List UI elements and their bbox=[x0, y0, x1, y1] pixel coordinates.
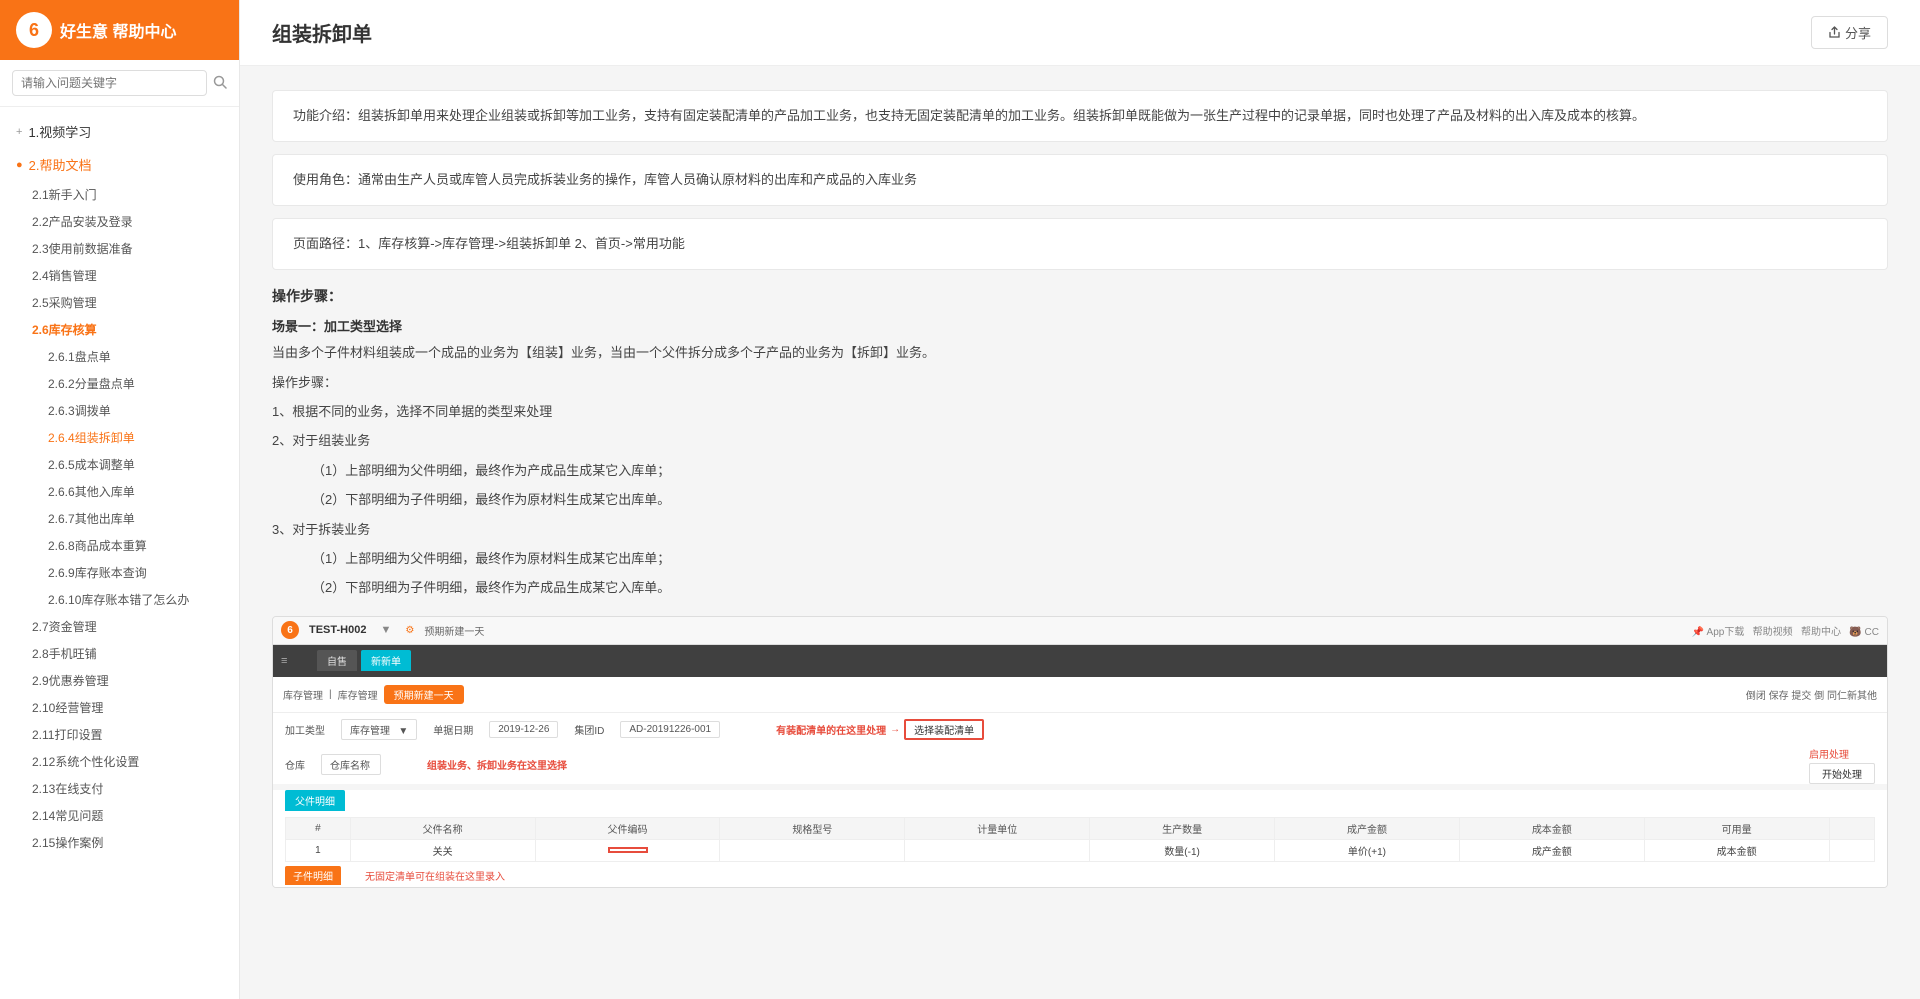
sidebar-item-25[interactable]: 2.5采购管理 bbox=[0, 289, 239, 316]
sidebar-item-267[interactable]: 2.6.7其他出库单 bbox=[0, 505, 239, 532]
sidebar-item-269[interactable]: 2.6.9库存账本查询 bbox=[0, 559, 239, 586]
plus-icon: + bbox=[16, 126, 22, 138]
sidebar-item-265[interactable]: 2.6.5成本调整单 bbox=[0, 451, 239, 478]
search-box bbox=[0, 60, 239, 107]
sc-form-area: 加工类型 库存管理 ▼ 单据日期 2019-12-26 集团ID AD-2019… bbox=[273, 713, 1887, 784]
sidebar-item-211[interactable]: 2.11打印设置 bbox=[0, 721, 239, 748]
sidebar-item-21[interactable]: 2.1新手入门 bbox=[0, 181, 239, 208]
main-header: 组装拆卸单 分享 bbox=[240, 0, 1920, 66]
search-input[interactable] bbox=[12, 70, 207, 96]
sc-table-area: 父件明细 #父件名称父件编码规格型号计量单位生产数量成产金额成本金额可用量 1 … bbox=[273, 790, 1887, 866]
sidebar-item-210[interactable]: 2.10经营管理 bbox=[0, 694, 239, 721]
intro-block-2: 使用角色：通常由生产人员或库管人员完成拆装业务的操作，库管人员确认原材料的出库和… bbox=[272, 154, 1888, 206]
sidebar-item-22[interactable]: 2.2产品安装及登录 bbox=[0, 208, 239, 235]
sidebar-item-264[interactable]: 2.6.4组装拆卸单 bbox=[0, 424, 239, 451]
step2: 2、对于组装业务 bbox=[272, 429, 1888, 452]
sc-logo: 6 bbox=[281, 621, 299, 639]
sidebar-item-262[interactable]: 2.6.2分量盘点单 bbox=[0, 370, 239, 397]
step2-2: （2）下部明细为子件明细，最终作为原材料生成某它出库单。 bbox=[312, 488, 1888, 511]
search-button[interactable] bbox=[213, 75, 227, 92]
sidebar-item-docs[interactable]: ● 2.帮助文档 bbox=[0, 148, 239, 181]
screenshot-container: 6 TEST-H002 ▼ ⚙ 预期新建一天 📌 App下载 帮助视频 帮助中心… bbox=[272, 616, 1888, 888]
table-row: 1 关关 数量(-1) 单价(+1) 成产金额 成本金额 bbox=[286, 839, 1875, 861]
sidebar-item-215[interactable]: 2.15操作案例 bbox=[0, 829, 239, 856]
sidebar-item-28[interactable]: 2.8手机旺铺 bbox=[0, 640, 239, 667]
sidebar-item-212[interactable]: 2.12系统个性化设置 bbox=[0, 748, 239, 775]
step3: 3、对于拆装业务 bbox=[272, 518, 1888, 541]
sidebar-item-video[interactable]: + 1.视频学习 bbox=[0, 115, 239, 148]
main-area: 组装拆卸单 分享 功能介绍：组装拆卸单用来处理企业组装或拆卸等加工业务，支持有固… bbox=[240, 0, 1920, 999]
minus-icon: ● bbox=[16, 159, 23, 171]
main-content: 功能介绍：组装拆卸单用来处理企业组装或拆卸等加工业务，支持有固定装配清单的产品加… bbox=[240, 66, 1920, 999]
sc-topbar: 6 TEST-H002 ▼ ⚙ 预期新建一天 📌 App下载 帮助视频 帮助中心… bbox=[273, 617, 1887, 645]
step3-2: （2）下部明细为子件明细，最终作为产成品生成某它入库单。 bbox=[312, 576, 1888, 599]
sidebar-item-214[interactable]: 2.14常见问题 bbox=[0, 802, 239, 829]
sc-nav: ≡ 自售 新新单 bbox=[273, 645, 1887, 677]
sc-new-btn: 预期新建一天 bbox=[384, 685, 464, 704]
annotation-1: 有装配清单的在这里处理 bbox=[776, 722, 886, 737]
sidebar-item-213[interactable]: 2.13在线支付 bbox=[0, 775, 239, 802]
sidebar-header: 6 好生意 帮助中心 bbox=[0, 0, 239, 60]
sidebar-item-29[interactable]: 2.9优惠券管理 bbox=[0, 667, 239, 694]
scene-title: 场景一：加工类型选择 bbox=[272, 316, 1888, 335]
op-steps-title: 操作步骤： bbox=[272, 371, 1888, 394]
sidebar-item-263[interactable]: 2.6.3调拨单 bbox=[0, 397, 239, 424]
intro-block-1: 功能介绍：组装拆卸单用来处理企业组装或拆卸等加工业务，支持有固定装配清单的产品加… bbox=[272, 90, 1888, 142]
app-title: 好生意 帮助中心 bbox=[60, 18, 176, 42]
scene-desc: 当由多个子件材料组装成一个成品的业务为【组装】业务，当由一个父件拆分成多个子产品… bbox=[272, 341, 1888, 364]
page-title: 组装拆卸单 bbox=[272, 18, 372, 47]
sidebar-item-27[interactable]: 2.7资金管理 bbox=[0, 613, 239, 640]
sc-toolbar: 库存管理 | 库存管理 预期新建一天 倒闭 保存 提交 倒 同仁新其他 bbox=[273, 677, 1887, 713]
sc-sub-table-area: 子件明细 无固定清单可在组装在这里录入 子件名称商品编码规格型号批次号数量单价 … bbox=[273, 866, 1887, 887]
sc-parent-table: #父件名称父件编码规格型号计量单位生产数量成产金额成本金额可用量 1 关关 数量… bbox=[285, 817, 1875, 862]
share-button[interactable]: 分享 bbox=[1811, 16, 1888, 49]
sidebar-item-26[interactable]: 2.6库存核算 bbox=[0, 316, 239, 343]
sidebar-item-24[interactable]: 2.4销售管理 bbox=[0, 262, 239, 289]
annotation-3: 启用处理 bbox=[1809, 750, 1849, 761]
nav-list: + 1.视频学习 ● 2.帮助文档 2.1新手入门 2.2产品安装及登录 2.3… bbox=[0, 107, 239, 999]
sidebar-item-266[interactable]: 2.6.6其他入库单 bbox=[0, 478, 239, 505]
step1: 1、根据不同的业务，选择不同单据的类型来处理 bbox=[272, 400, 1888, 423]
sc-tab-1: 自售 bbox=[317, 650, 357, 671]
step3-1: （1）上部明细为父件明细，最终作为原材料生成某它出库单； bbox=[312, 547, 1888, 570]
app-logo: 6 bbox=[16, 12, 52, 48]
sc-tab-2: 新新单 bbox=[361, 650, 411, 671]
annotation-2: 组装业务、拆卸业务在这里选择 bbox=[427, 757, 567, 772]
step2-1: （1）上部明细为父件明细，最终作为产成品生成某它入库单； bbox=[312, 459, 1888, 482]
screenshot-inner: 6 TEST-H002 ▼ ⚙ 预期新建一天 📌 App下载 帮助视频 帮助中心… bbox=[273, 617, 1887, 887]
breadcrumb-block: 页面路径：1、库存核算->库存管理->组装拆卸单 2、首页->常用功能 bbox=[272, 218, 1888, 270]
steps-title: 操作步骤： bbox=[272, 286, 1888, 306]
sidebar-item-268[interactable]: 2.6.8商品成本重算 bbox=[0, 532, 239, 559]
annotation-4: 无固定清单可在组装在这里录入 bbox=[365, 868, 505, 883]
sidebar-item-261[interactable]: 2.6.1盘点单 bbox=[0, 343, 239, 370]
sidebar: 6 好生意 帮助中心 + 1.视频学习 ● 2.帮助文档 2.1新手入门 2.2… bbox=[0, 0, 240, 999]
sidebar-item-23[interactable]: 2.3使用前数据准备 bbox=[0, 235, 239, 262]
sidebar-item-2610[interactable]: 2.6.10库存账本错了怎么办 bbox=[0, 586, 239, 613]
